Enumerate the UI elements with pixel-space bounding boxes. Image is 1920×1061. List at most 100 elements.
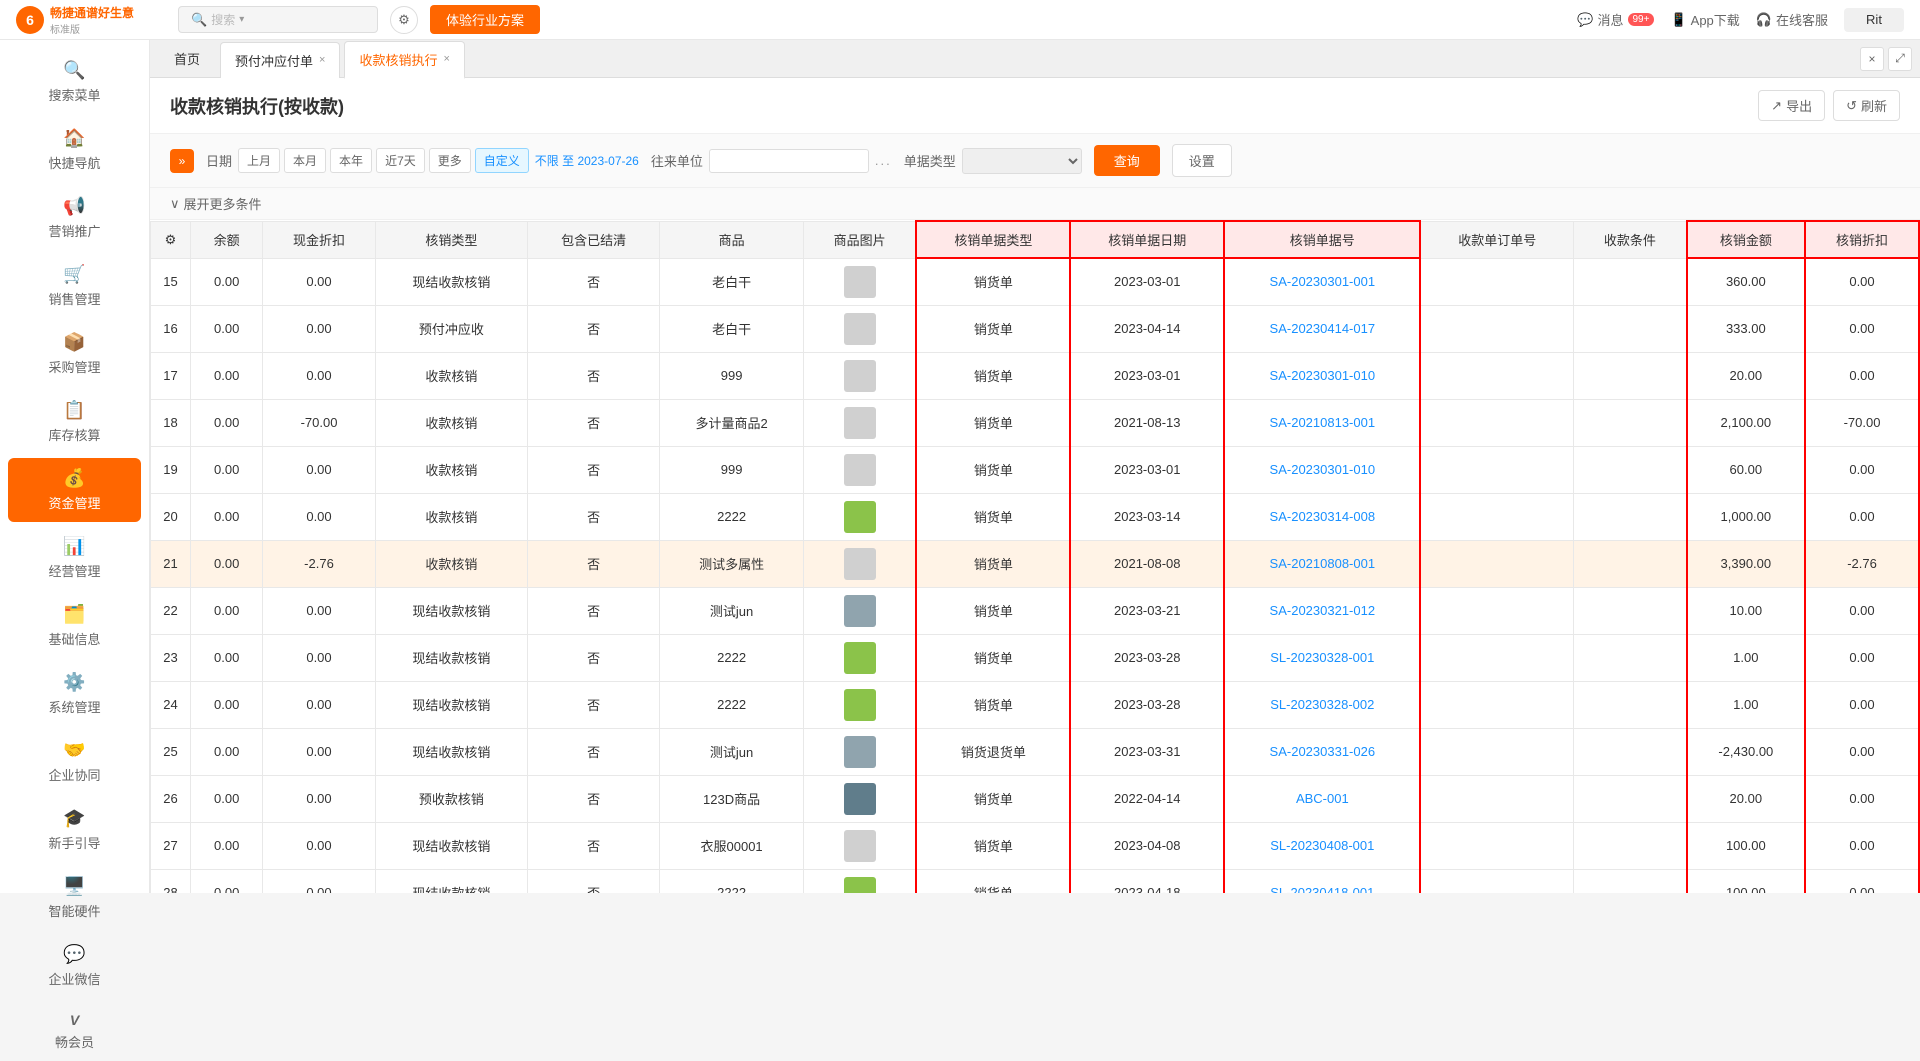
bill-no-link[interactable]: SA-20230301-001 (1270, 274, 1376, 289)
user-avatar[interactable]: Rit (1844, 8, 1904, 32)
messages-button[interactable]: 💬 消息 99+ (1577, 10, 1654, 29)
sidebar-item-management[interactable]: 📊 经营管理 (8, 526, 141, 590)
bill-no-link[interactable]: SL-20230328-001 (1270, 650, 1374, 665)
refresh-icon: ↺ (1846, 98, 1857, 114)
cell-goods: 2222 (660, 869, 803, 893)
bill-no-link[interactable]: SA-20210813-001 (1270, 415, 1376, 430)
sidebar-item-basic-info[interactable]: 🗂️ 基础信息 (8, 594, 141, 658)
sidebar-item-inventory[interactable]: 📋 库存核算 (8, 390, 141, 454)
cell-num: 25 (151, 728, 191, 775)
from-unit-input[interactable] (709, 149, 869, 173)
sales-icon: 🛒 (63, 264, 85, 285)
cell-bill-date: 2021-08-08 (1070, 540, 1224, 587)
this-month-btn[interactable]: 本月 (284, 148, 326, 173)
sidebar-item-hardware[interactable]: 🖥️ 智能硬件 (8, 866, 141, 930)
sidebar-item-vip[interactable]: V 畅会员 (8, 1002, 141, 1061)
sidebar-item-system[interactable]: ⚙️ 系统管理 (8, 662, 141, 726)
settings-icon[interactable]: ⚙ (165, 232, 177, 247)
cell-bill-no: SA-20230331-026 (1224, 728, 1420, 775)
sidebar-item-finance[interactable]: 💰 资金管理 (8, 458, 141, 522)
close-tab-btn[interactable]: × (1860, 47, 1884, 71)
tab-collection[interactable]: 收款核销执行 × (344, 41, 464, 79)
cell-bill-date: 2023-04-08 (1070, 822, 1224, 869)
col-header-cash-discount: 现金折扣 (263, 221, 375, 258)
bill-no-link[interactable]: SA-20230331-026 (1270, 744, 1376, 759)
cell-conditions (1574, 352, 1687, 399)
purchase-icon: 📦 (63, 332, 85, 353)
bill-no-link[interactable]: SA-20210808-001 (1270, 556, 1376, 571)
tab-prepayment-close[interactable]: × (319, 54, 325, 66)
cell-bill-no: SA-20230301-001 (1224, 258, 1420, 305)
last-7days-btn[interactable]: 近7天 (376, 148, 425, 173)
expand-conditions-btn[interactable]: ∨ 展开更多条件 (170, 194, 1900, 213)
custom-date-btn[interactable]: 自定义 (475, 148, 529, 173)
sidebar-item-purchase[interactable]: 📦 采购管理 (8, 322, 141, 386)
app-download-button[interactable]: 📱 App下载 (1670, 10, 1739, 29)
filter-bar: » 日期 上月 本月 本年 近7天 更多 自定义 不限 至 2023-07-26 (150, 134, 1920, 188)
tab-home[interactable]: 首页 (158, 41, 216, 76)
bill-no-link[interactable]: SA-20230414-017 (1270, 321, 1376, 336)
this-year-btn[interactable]: 本年 (330, 148, 372, 173)
search-box[interactable]: 🔍 搜索 ▾ (178, 6, 378, 33)
date-range-display: 不限 至 2023-07-26 (535, 152, 639, 169)
gear-button[interactable]: ⚙ (390, 6, 418, 34)
cell-amount: 1.00 (1687, 634, 1805, 681)
bill-no-link[interactable]: SA-20230321-012 (1270, 603, 1376, 618)
table-header-row: ⚙ 余额 现金折扣 核销类型 包含已结清 商品 商品图片 核销单据类型 核销单据… (151, 221, 1920, 258)
last-month-btn[interactable]: 上月 (238, 148, 280, 173)
bill-no-link[interactable]: SL-20230418-001 (1270, 885, 1374, 893)
table-row: 17 0.00 0.00 收款核销 否 999 销货单 2023-03-01 S… (151, 352, 1920, 399)
logo-area: 6 畅捷通谱好生意 标准版 (16, 4, 166, 36)
maximize-btn[interactable]: ⤢ (1888, 47, 1912, 71)
sidebar-item-nav[interactable]: 🏠 快捷导航 (8, 118, 141, 182)
table-row: 24 0.00 0.00 现结收款核销 否 2222 销货单 2023-03-2… (151, 681, 1920, 728)
refresh-button[interactable]: ↺ 刷新 (1833, 90, 1900, 121)
cell-bill-no: SL-20230328-002 (1224, 681, 1420, 728)
bill-type-select[interactable] (962, 148, 1082, 174)
sidebar-item-guide[interactable]: 🎓 新手引导 (8, 798, 141, 862)
table-row: 16 0.00 0.00 预付冲应收 否 老白干 销货单 2023-04-14 … (151, 305, 1920, 352)
bill-no-link[interactable]: SL-20230328-002 (1270, 697, 1374, 712)
setting-button[interactable]: 设置 (1172, 144, 1232, 177)
bill-no-link[interactable]: ABC-001 (1296, 791, 1349, 806)
cell-balance: 0.00 (191, 493, 263, 540)
cell-type: 现结收款核销 (375, 587, 527, 634)
col-header-order-no: 收款单订单号 (1420, 221, 1573, 258)
table-container[interactable]: ⚙ 余额 现金折扣 核销类型 包含已结清 商品 商品图片 核销单据类型 核销单据… (150, 220, 1920, 893)
export-button[interactable]: ↗ 导出 (1758, 90, 1825, 121)
cell-bill-no: SA-20230314-008 (1224, 493, 1420, 540)
cell-amount: 333.00 (1687, 305, 1805, 352)
cell-cash-discount: 0.00 (263, 258, 375, 305)
cell-goods: 测试jun (660, 587, 803, 634)
cell-cash-discount: -70.00 (263, 399, 375, 446)
cell-amount: -2,430.00 (1687, 728, 1805, 775)
from-unit-label: 往来单位 (651, 151, 703, 170)
logo-badge: 标准版 (50, 21, 134, 36)
bill-no-link[interactable]: SA-20230314-008 (1270, 509, 1376, 524)
cell-goods: 999 (660, 352, 803, 399)
online-service-label: 在线客服 (1776, 10, 1828, 29)
trial-button[interactable]: 体验行业方案 (430, 5, 540, 34)
cell-cash-discount: 0.00 (263, 728, 375, 775)
date-filter-buttons: 上月 本月 本年 近7天 更多 自定义 (238, 148, 529, 173)
tab-collection-close[interactable]: × (443, 53, 449, 65)
sidebar-item-marketing[interactable]: 📢 营销推广 (8, 186, 141, 250)
bill-no-link[interactable]: SA-20230301-010 (1270, 462, 1376, 477)
cell-goods: 2222 (660, 681, 803, 728)
sidebar-item-wechat[interactable]: 💬 企业微信 (8, 934, 141, 998)
bill-no-link[interactable]: SL-20230408-001 (1270, 838, 1374, 853)
more-date-btn[interactable]: 更多 (429, 148, 471, 173)
sidebar-item-collab[interactable]: 🤝 企业协同 (8, 730, 141, 794)
online-service-button[interactable]: 🎧 在线客服 (1756, 10, 1828, 29)
query-button[interactable]: 查询 (1094, 145, 1160, 176)
sidebar-item-sales[interactable]: 🛒 销售管理 (8, 254, 141, 318)
cell-conditions (1574, 493, 1687, 540)
sidebar-label-inventory: 库存核算 (48, 425, 100, 444)
sidebar-item-search[interactable]: 🔍 搜索菜单 (8, 50, 141, 114)
bill-no-link[interactable]: SA-20230301-010 (1270, 368, 1376, 383)
tab-prepayment[interactable]: 预付冲应付单 × (220, 42, 340, 78)
cell-bill-type: 销货单 (916, 587, 1070, 634)
cell-num: 17 (151, 352, 191, 399)
filter-expand-button[interactable]: » (170, 149, 194, 173)
cell-num: 28 (151, 869, 191, 893)
